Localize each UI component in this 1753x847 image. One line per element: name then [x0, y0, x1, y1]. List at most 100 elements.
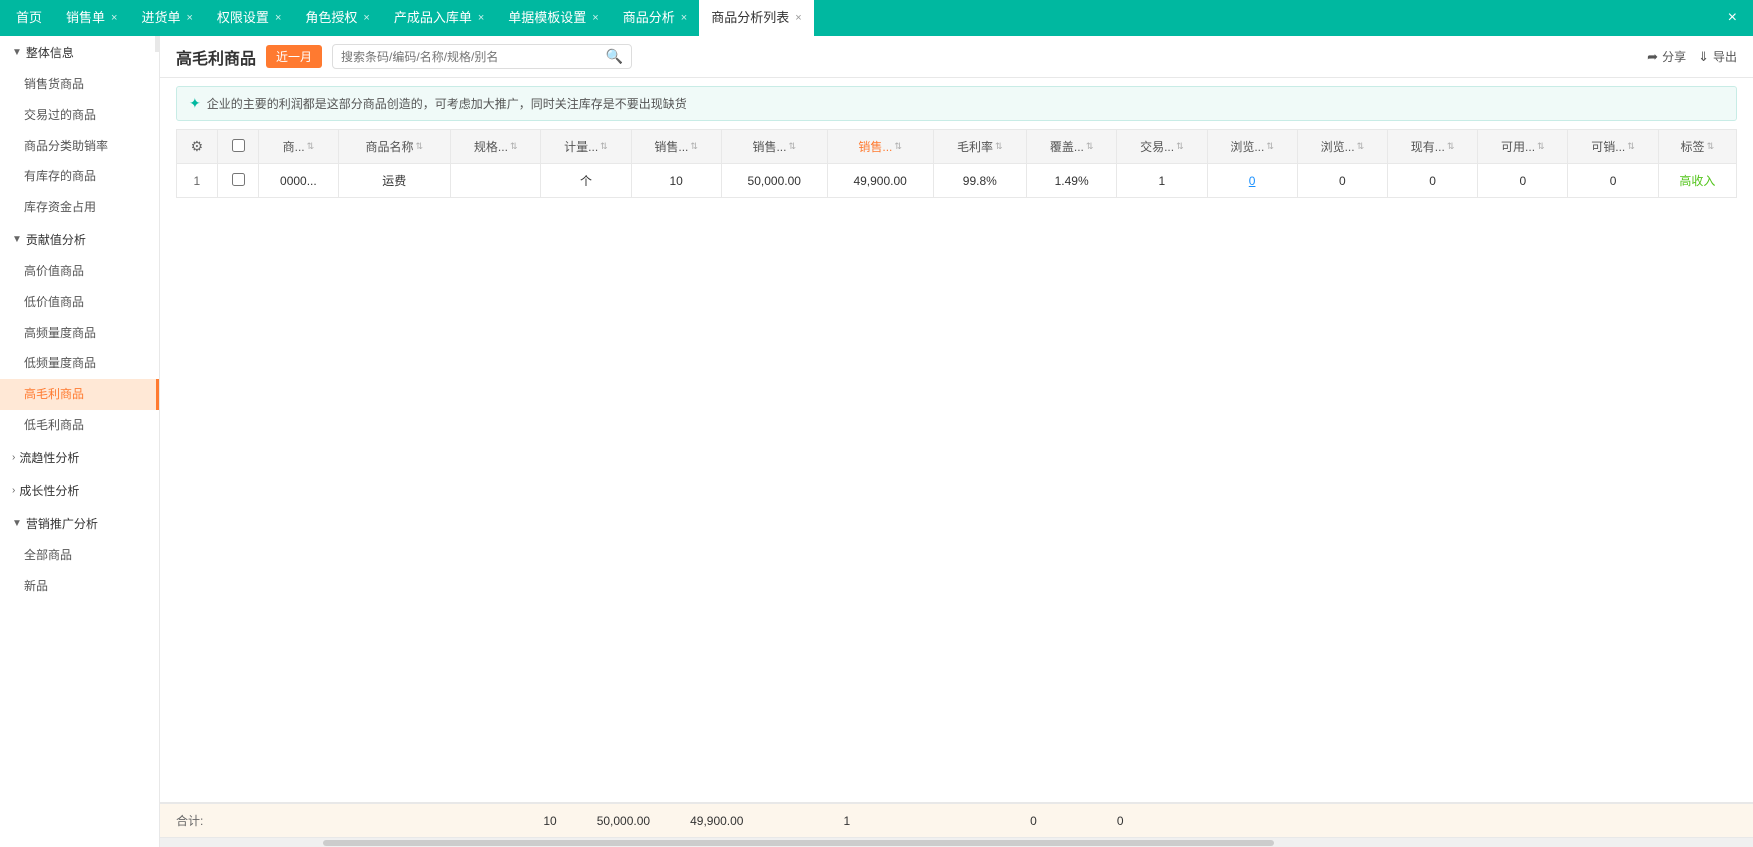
sidebar-group-trend[interactable]: › 流趋性分析 [0, 441, 159, 474]
nav-permissions[interactable]: 权限设置 × [205, 0, 293, 36]
sort-icon-browse2[interactable]: ⇅ [1357, 141, 1365, 152]
row-select-checkbox[interactable] [232, 173, 245, 186]
sort-icon-stock-avail[interactable]: ⇅ [1537, 141, 1545, 152]
sort-icon-browse1[interactable]: ⇅ [1266, 141, 1274, 152]
col-name: 商品名称 ⇅ [338, 130, 451, 164]
table-row: 1 0000... 运费 个 10 50,000.00 49,900.00 99… [177, 164, 1737, 198]
page-title: 高毛利商品 [176, 45, 256, 69]
sort-icon-unit[interactable]: ⇅ [600, 141, 608, 152]
sort-icon-coverage[interactable]: ⇅ [1086, 141, 1094, 152]
col-stock-avail: 可用... ⇅ [1478, 130, 1568, 164]
nav-products[interactable]: 产成品入库单 × [382, 0, 496, 36]
sort-icon-tag[interactable]: ⇅ [1707, 141, 1715, 152]
nav-template[interactable]: 单据模板设置 × [496, 0, 610, 36]
window-close-btn[interactable]: × [1716, 9, 1749, 27]
col-sales-amount-label: 销售... [752, 138, 786, 155]
sidebar-item-low-value[interactable]: 低价值商品 [0, 287, 159, 318]
sidebar-group-growth[interactable]: › 成长性分析 [0, 474, 159, 507]
nav-sales[interactable]: 销售单 × [54, 0, 129, 36]
arrow-icon-3: › [12, 452, 15, 463]
sort-icon-margin-rate[interactable]: ⇅ [995, 141, 1003, 152]
sidebar-item-new-goods[interactable]: 新品 [0, 571, 159, 602]
row-stock-cur: 0 [1387, 164, 1477, 198]
col-browse1: 浏览... ⇅ [1207, 130, 1297, 164]
main-container: « ▼ 整体信息 销售货商品 交易过的商品 商品分类助销率 有库存的商品 库存资… [0, 36, 1753, 847]
sidebar-item-stocked-goods[interactable]: 有库存的商品 [0, 161, 159, 192]
row-checkbox[interactable] [217, 164, 258, 198]
col-stock-avail-label: 可用... [1501, 138, 1535, 155]
filter-month-btn[interactable]: 近一月 [266, 45, 322, 68]
nav-close-purchase[interactable]: × [186, 0, 192, 36]
sidebar-item-low-margin[interactable]: 低毛利商品 [0, 410, 159, 441]
sidebar-item-high-margin[interactable]: 高毛利商品 [0, 379, 159, 410]
sidebar-item-all-goods[interactable]: 全部商品 [0, 540, 159, 571]
nav-analysis-list[interactable]: 商品分析列表 × [699, 0, 813, 36]
sidebar-item-sales-goods[interactable]: 销售货商品 [0, 69, 159, 100]
row-name: 运费 [338, 164, 451, 198]
sidebar-item-high-value[interactable]: 高价值商品 [0, 256, 159, 287]
scroll-thumb[interactable] [323, 840, 1274, 846]
data-table: ⚙ 商... ⇅ 商品名称 [176, 129, 1737, 198]
nav-close-roles[interactable]: × [363, 0, 369, 36]
nav-close-template[interactable]: × [592, 0, 598, 36]
sidebar-item-stock-funds[interactable]: 库存资金占用 [0, 192, 159, 223]
sidebar-group-overall[interactable]: ▼ 整体信息 [0, 36, 159, 69]
sort-icon-transactions[interactable]: ⇅ [1176, 141, 1184, 152]
nav-roles[interactable]: 角色授权 × [293, 0, 381, 36]
search-input[interactable] [341, 50, 602, 64]
col-sales-qty: 销售... ⇅ [631, 130, 721, 164]
sidebar-item-goods-contrib[interactable]: 商品分类助销率 [0, 131, 159, 162]
nav-close-analysis-list[interactable]: × [795, 0, 801, 36]
sidebar-item-low-freq[interactable]: 低频量度商品 [0, 348, 159, 379]
content-area: 高毛利商品 近一月 🔍 ➦ 分享 ⇓ 导出 ✦ 企业的主要的利润都是这部分商品创… [160, 36, 1753, 847]
sidebar-item-high-freq[interactable]: 高频量度商品 [0, 318, 159, 349]
nav-purchase[interactable]: 进货单 × [129, 0, 204, 36]
col-browse2: 浏览... ⇅ [1297, 130, 1387, 164]
export-icon: ⇓ [1698, 49, 1709, 65]
sort-icon-code[interactable]: ⇅ [307, 141, 315, 152]
sort-icon-stock-cur[interactable]: ⇅ [1447, 141, 1455, 152]
select-all-checkbox[interactable] [232, 139, 245, 152]
col-coverage: 覆盖... ⇅ [1027, 130, 1117, 164]
col-transactions-label: 交易... [1140, 138, 1174, 155]
nav-close-products[interactable]: × [478, 0, 484, 36]
top-nav: 首页 销售单 × 进货单 × 权限设置 × 角色授权 × 产成品入库单 × 单据… [0, 0, 1753, 36]
sidebar-item-traded-goods[interactable]: 交易过的商品 [0, 100, 159, 131]
row-browse1[interactable]: 0 [1207, 164, 1297, 198]
sort-icon-stock-sell[interactable]: ⇅ [1627, 141, 1635, 152]
row-unit: 个 [541, 164, 631, 198]
footer-sales-cost: 49,900.00 [690, 814, 743, 828]
sort-icon-name[interactable]: ⇅ [416, 141, 424, 152]
nav-close-analysis[interactable]: × [681, 0, 687, 36]
col-margin-rate: 毛利率 ⇅ [933, 130, 1026, 164]
row-num: 1 [177, 164, 218, 198]
horizontal-scrollbar[interactable] [160, 837, 1753, 847]
share-btn[interactable]: ➦ 分享 [1647, 48, 1686, 65]
col-sales-cost: 销售... ⇅ [827, 130, 933, 164]
sort-icon-sales-cost[interactable]: ⇅ [894, 141, 902, 152]
nav-close-permissions[interactable]: × [275, 0, 281, 36]
row-spec [451, 164, 541, 198]
nav-home[interactable]: 首页 [4, 0, 54, 36]
nav-close-sales[interactable]: × [111, 0, 117, 36]
sort-icon-spec[interactable]: ⇅ [510, 141, 518, 152]
table-header-row: ⚙ 商... ⇅ 商品名称 [177, 130, 1737, 164]
col-sales-amount: 销售... ⇅ [721, 130, 827, 164]
row-stock-sell: 0 [1568, 164, 1658, 198]
col-check[interactable] [217, 130, 258, 164]
col-settings[interactable]: ⚙ [177, 130, 218, 164]
sidebar-group-financial[interactable]: ▼ 贡献值分析 [0, 223, 159, 256]
sort-icon-sales-qty[interactable]: ⇅ [690, 141, 698, 152]
search-icon[interactable]: 🔍 [606, 48, 623, 65]
col-coverage-label: 覆盖... [1050, 138, 1084, 155]
export-btn[interactable]: ⇓ 导出 [1698, 48, 1737, 65]
sort-icon-sales-amount[interactable]: ⇅ [788, 141, 796, 152]
gear-icon[interactable]: ⚙ [191, 138, 204, 154]
col-sales-qty-label: 销售... [654, 138, 688, 155]
col-code-label: 商... [283, 138, 305, 155]
col-unit: 计量... ⇅ [541, 130, 631, 164]
sidebar-group-marketing[interactable]: ▼ 营销推广分析 [0, 507, 159, 540]
footer-stock-avail: 0 [1117, 814, 1124, 828]
row-tag: 高收入 [1658, 164, 1736, 198]
nav-analysis[interactable]: 商品分析 × [611, 0, 699, 36]
